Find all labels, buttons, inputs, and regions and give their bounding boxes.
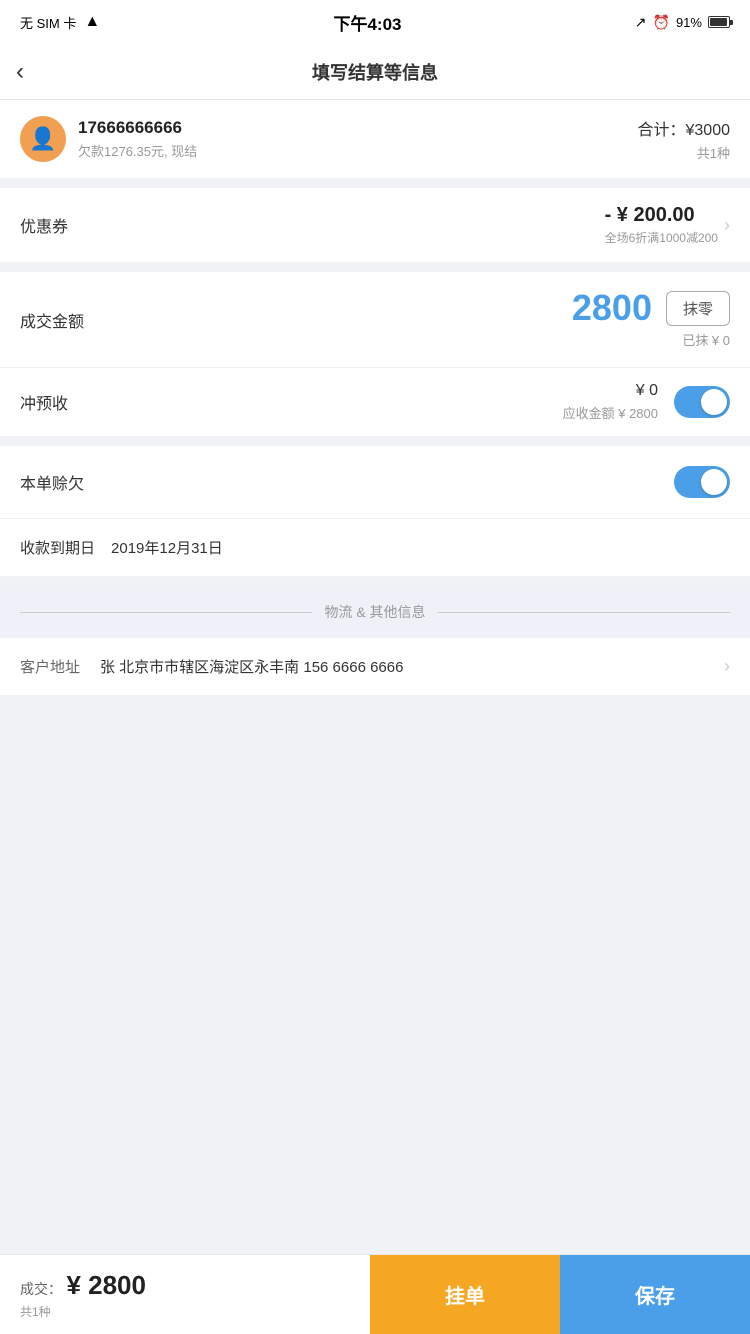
nav-bar: ‹ 填写结算等信息 — [0, 44, 750, 100]
bottom-summary: 成交： ¥ 2800 共1种 — [0, 1270, 370, 1320]
battery-icon — [708, 16, 730, 28]
status-bar: 无 SIM 卡 ▲ 下午4:03 ↗ ⏰ 91% — [0, 0, 750, 44]
round-button[interactable]: 抹零 — [666, 291, 730, 326]
alarm-icon: ⏰ — [653, 14, 670, 31]
customer-sub: 欠款1276.35元, 现结 — [78, 141, 197, 160]
deal-amount: ¥ 2800 — [66, 1270, 146, 1300]
customer-count: 共1种 — [638, 143, 731, 162]
prepay-toggle[interactable] — [674, 386, 730, 418]
address-row[interactable]: 客户地址 张 北京市市辖区海淀区永丰南 156 6666 6666 › — [0, 638, 750, 695]
amount-sub: 已抹 ¥ 0 — [572, 330, 730, 349]
header-line-right — [438, 612, 730, 613]
amount-section: 成交金额 2800 抹零 已抹 ¥ 0 冲预收 ¥ 0 应收金额 ¥ 2800 — [0, 272, 750, 436]
debt-label: 本单赊欠 — [20, 470, 84, 494]
save-button[interactable]: 保存 — [560, 1255, 750, 1334]
hold-button[interactable]: 挂单 — [370, 1255, 560, 1334]
sim-label: 无 SIM 卡 — [20, 13, 76, 32]
debt-section: 本单赊欠 收款到期日 2019年12月31日 — [0, 446, 750, 576]
avatar: 👤 — [20, 116, 66, 162]
prepay-sub: 应收金额 ¥ 2800 — [563, 403, 658, 422]
avatar-icon: 👤 — [29, 126, 56, 152]
customer-phone: 17666666666 — [78, 118, 197, 138]
prepay-amount: ¥ 0 — [563, 382, 658, 400]
battery-percent: 91% — [676, 15, 702, 30]
coupon-chevron-icon: › — [724, 215, 730, 236]
coupon-desc: 全场6折满1000减200 — [605, 229, 718, 246]
address-chevron-icon: › — [724, 656, 730, 677]
deal-label: 成交： — [20, 1281, 62, 1297]
header-line-left — [20, 612, 312, 613]
address-card[interactable]: 客户地址 张 北京市市辖区海淀区永丰南 156 6666 6666 › — [0, 638, 750, 695]
coupon-card[interactable]: 优惠券 - ¥ 200.00 全场6折满1000减200 › — [0, 188, 750, 262]
prepay-values: ¥ 0 应收金额 ¥ 2800 — [563, 382, 658, 422]
address-label: 客户地址 — [20, 656, 80, 677]
amount-label: 成交金额 — [20, 308, 84, 332]
empty-space — [0, 705, 750, 905]
address-value: 张 北京市市辖区海淀区永丰南 156 6666 6666 — [100, 656, 714, 677]
bottom-bar: 成交： ¥ 2800 共1种 挂单 保存 — [0, 1254, 750, 1334]
coupon-right: - ¥ 200.00 全场6折满1000减200 › — [605, 204, 730, 246]
customer-right: 合计：¥3000 共1种 — [638, 116, 731, 162]
back-button[interactable]: ‹ — [16, 58, 24, 86]
debt-row: 本单赊欠 — [0, 446, 750, 518]
coupon-label: 优惠券 — [20, 213, 68, 237]
amount-row: 成交金额 2800 抹零 已抹 ¥ 0 — [0, 272, 750, 367]
wifi-icon: ▲ — [84, 13, 100, 31]
coupon-amount: - ¥ 200.00 — [605, 204, 718, 227]
logistics-section-header: 物流 & 其他信息 — [0, 586, 750, 638]
customer-row: 👤 17666666666 欠款1276.35元, 现结 合计：¥3000 共1… — [0, 100, 750, 178]
due-date-value: 2019年12月31日 — [111, 537, 223, 558]
coupon-row[interactable]: 优惠券 - ¥ 200.00 全场6折满1000减200 › — [0, 188, 750, 262]
prepay-row: 冲预收 ¥ 0 应收金额 ¥ 2800 — [0, 367, 750, 436]
location-icon: ↗ — [635, 14, 647, 31]
status-time: 下午4:03 — [333, 10, 401, 35]
customer-left: 👤 17666666666 欠款1276.35元, 现结 — [20, 116, 197, 162]
customer-total: 合计：¥3000 — [638, 116, 731, 140]
status-left: 无 SIM 卡 ▲ — [20, 13, 100, 32]
logistics-label: 物流 & 其他信息 — [324, 602, 425, 622]
due-date-label: 收款到期日 — [20, 537, 95, 558]
debt-toggle[interactable] — [674, 466, 730, 498]
customer-info: 17666666666 欠款1276.35元, 现结 — [78, 118, 197, 160]
deal-count: 共1种 — [20, 1303, 350, 1320]
status-right: ↗ ⏰ 91% — [635, 14, 730, 31]
prepay-right: ¥ 0 应收金额 ¥ 2800 — [563, 382, 730, 422]
amount-value: 2800 — [572, 290, 652, 326]
prepay-label: 冲预收 — [20, 390, 68, 414]
page-title: 填写结算等信息 — [312, 59, 438, 85]
customer-card: 👤 17666666666 欠款1276.35元, 现结 合计：¥3000 共1… — [0, 100, 750, 178]
amount-right: 2800 抹零 — [572, 290, 730, 326]
main-content: 👤 17666666666 欠款1276.35元, 现结 合计：¥3000 共1… — [0, 100, 750, 905]
due-date-row: 收款到期日 2019年12月31日 — [0, 518, 750, 576]
